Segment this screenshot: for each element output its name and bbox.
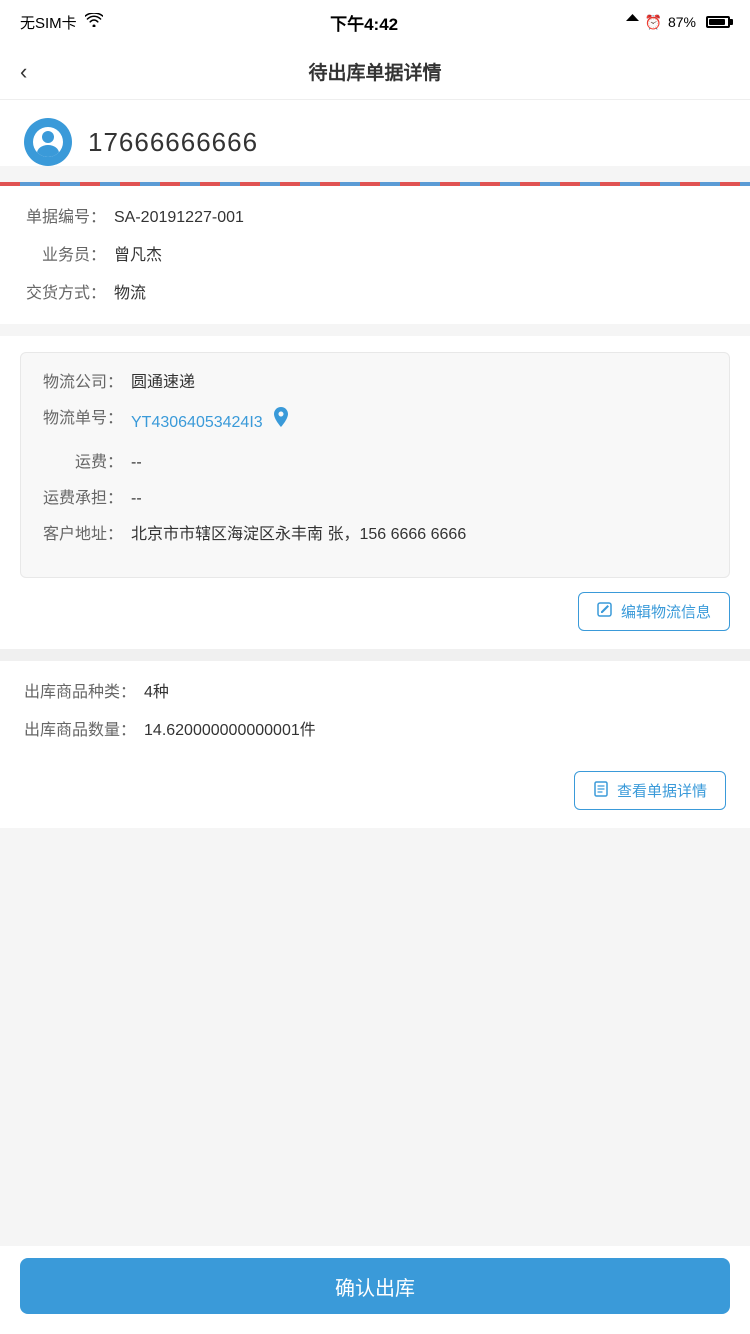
order-no-label: 单据编号： xyxy=(24,206,114,230)
order-no-row: 单据编号： SA-20191227-001 xyxy=(24,206,726,230)
product-info-section: 出库商品种类： 4种 出库商品数量： 14.620000000000001件 查… xyxy=(0,661,750,828)
product-category-label: 出库商品种类： xyxy=(24,681,144,705)
freight-bearer-label: 运费承担： xyxy=(41,487,131,511)
avatar xyxy=(24,118,72,166)
freight-bearer-value: -- xyxy=(131,487,709,511)
product-quantity-row: 出库商品数量： 14.620000000000001件 xyxy=(24,719,726,743)
address-value: 北京市市辖区海淀区永丰南 张，156 6666 6666 xyxy=(131,523,709,547)
tracking-no-row: 物流单号： YT43064053424I3 xyxy=(41,407,709,439)
order-no-value: SA-20191227-001 xyxy=(114,206,726,230)
tracking-no-label: 物流单号： xyxy=(41,407,131,431)
freight-bearer-row: 运费承担： -- xyxy=(41,487,709,511)
edit-icon xyxy=(597,602,613,622)
logistics-company-label: 物流公司： xyxy=(41,371,131,395)
view-detail-button[interactable]: 查看单据详情 xyxy=(574,771,726,810)
confirm-btn-label: 确认出库 xyxy=(335,1272,415,1301)
view-btn-label: 查看单据详情 xyxy=(617,780,707,801)
logistics-company-row: 物流公司： 圆通速递 xyxy=(41,371,709,395)
delivery-method-label: 交货方式： xyxy=(24,282,114,306)
battery-percent: 87% xyxy=(668,14,696,30)
edit-btn-label: 编辑物流信息 xyxy=(621,601,711,622)
delivery-method-row: 交货方式： 物流 xyxy=(24,282,726,306)
section-separator xyxy=(0,649,750,661)
product-category-value: 4种 xyxy=(144,681,726,705)
edit-btn-row: 编辑物流信息 xyxy=(20,578,730,649)
order-info-section: 单据编号： SA-20191227-001 业务员： 曾凡杰 交货方式： 物流 xyxy=(0,186,750,324)
status-right: ⏰ 87% xyxy=(626,14,730,31)
nav-bar: ‹ 待出库单据详情 xyxy=(0,44,750,100)
status-bar: 无SIM卡 下午4:42 ⏰ 87% xyxy=(0,0,750,44)
logistics-company-value: 圆通速递 xyxy=(131,371,709,395)
customer-phone: 17666666666 xyxy=(88,127,258,158)
back-button[interactable]: ‹ xyxy=(12,51,35,93)
delivery-method-value: 物流 xyxy=(114,282,726,306)
wifi-icon xyxy=(85,13,103,31)
carrier-label: 无SIM卡 xyxy=(20,12,77,33)
view-btn-row: 查看单据详情 xyxy=(24,757,726,828)
confirm-btn-container: 确认出库 xyxy=(0,1246,750,1334)
product-category-row: 出库商品种类： 4种 xyxy=(24,681,726,705)
freight-value: -- xyxy=(131,451,709,475)
freight-row: 运费： -- xyxy=(41,451,709,475)
logistics-section-wrapper: 物流公司： 圆通速递 物流单号： YT43064053424I3 运费： -- … xyxy=(0,336,750,649)
confirm-button[interactable]: 确认出库 xyxy=(20,1258,730,1314)
avatar-icon xyxy=(33,127,63,157)
edit-logistics-button[interactable]: 编辑物流信息 xyxy=(578,592,730,631)
salesman-row: 业务员： 曾凡杰 xyxy=(24,244,726,268)
page-title: 待出库单据详情 xyxy=(308,58,441,85)
location-pin-icon[interactable] xyxy=(271,407,291,439)
bottom-spacer xyxy=(0,828,750,1008)
document-icon xyxy=(593,781,609,801)
alarm-icon: ⏰ xyxy=(645,14,662,31)
salesman-label: 业务员： xyxy=(24,244,114,268)
tracking-no-value: YT43064053424I3 xyxy=(131,407,709,439)
status-left: 无SIM卡 xyxy=(20,12,103,33)
customer-header: 17666666666 xyxy=(0,100,750,166)
product-quantity-value: 14.620000000000001件 xyxy=(144,719,726,743)
status-time: 下午4:42 xyxy=(330,10,398,35)
address-label: 客户地址： xyxy=(41,523,131,547)
product-quantity-label: 出库商品数量： xyxy=(24,719,144,743)
salesman-value: 曾凡杰 xyxy=(114,244,726,268)
freight-label: 运费： xyxy=(41,451,131,475)
address-row: 客户地址： 北京市市辖区海淀区永丰南 张，156 6666 6666 xyxy=(41,523,709,547)
location-icon xyxy=(626,14,639,31)
logistics-card: 物流公司： 圆通速递 物流单号： YT43064053424I3 运费： -- … xyxy=(20,352,730,578)
battery-icon xyxy=(706,16,730,28)
